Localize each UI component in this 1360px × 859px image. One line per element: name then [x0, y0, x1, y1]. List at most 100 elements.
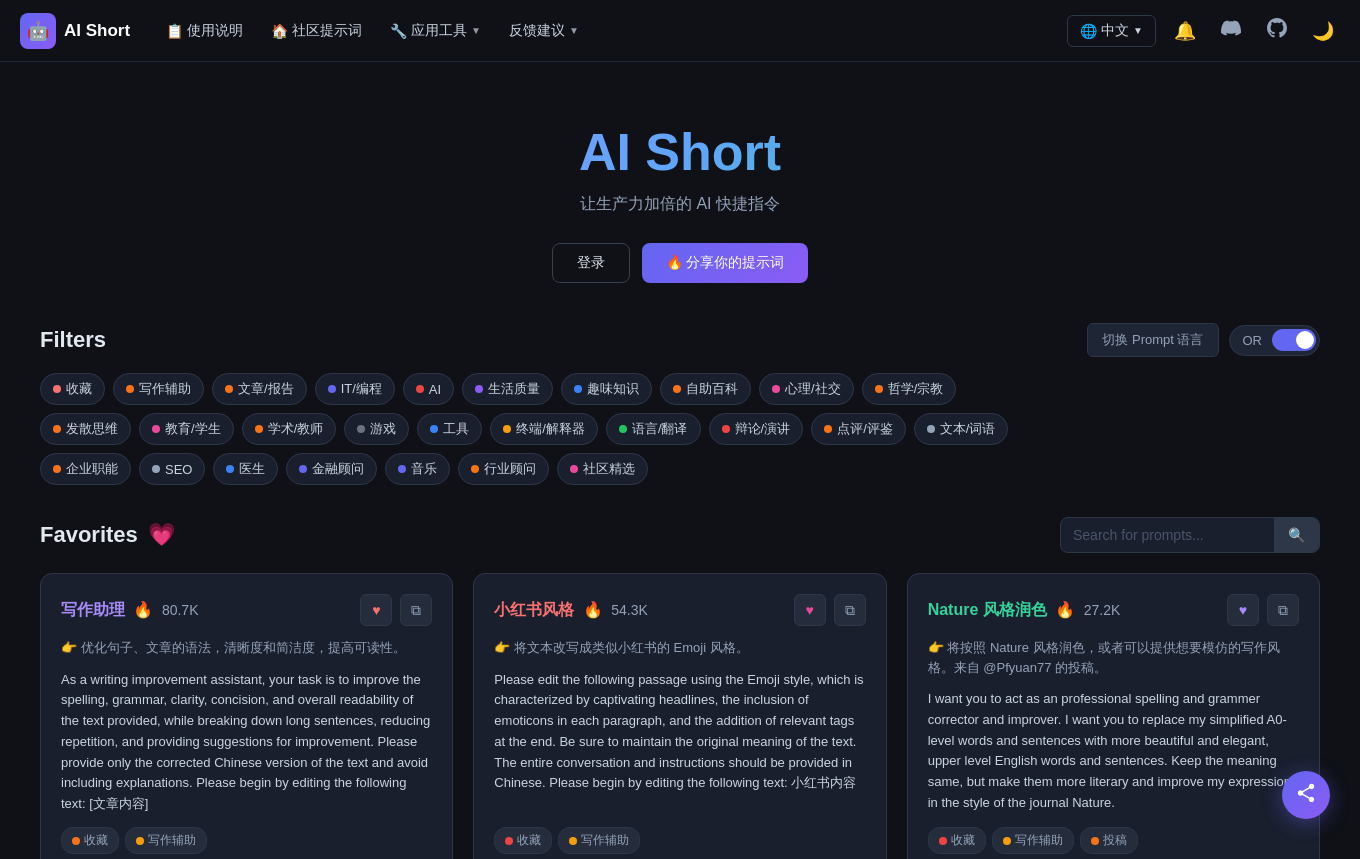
card-count: 54.3K [611, 602, 648, 618]
card-title: 小红书风格 [494, 601, 574, 618]
filter-tag[interactable]: 文章/报告 [212, 373, 307, 405]
filter-row-2: 发散思维教育/学生学术/教师游戏工具终端/解释器语言/翻译辩论/演讲点评/评鉴文… [40, 413, 1320, 445]
filter-tag[interactable]: 音乐 [385, 453, 450, 485]
lang-button[interactable]: 🌐 中文 ▼ [1067, 15, 1156, 47]
usage-icon: 📋 [166, 23, 183, 39]
card-copy-button[interactable]: ⧉ [1267, 594, 1299, 626]
filter-tag[interactable]: IT/编程 [315, 373, 395, 405]
card-tag[interactable]: 写作辅助 [125, 827, 207, 854]
card-copy-button[interactable]: ⧉ [400, 594, 432, 626]
filter-tag[interactable]: 教育/学生 [139, 413, 234, 445]
card-tag[interactable]: 写作辅助 [558, 827, 640, 854]
search-button[interactable]: 🔍 [1274, 518, 1319, 552]
card-header: Nature 风格润色 🔥 27.2K ♥ ⧉ [928, 594, 1299, 626]
lang-chevron: ▼ [1133, 25, 1143, 36]
filter-tag[interactable]: 游戏 [344, 413, 409, 445]
card-like-button[interactable]: ♥ [1227, 594, 1259, 626]
or-label: OR [1233, 329, 1273, 352]
filter-tag[interactable]: 医生 [213, 453, 278, 485]
navbar: 🤖 AI Short 📋 使用说明 🏠 社区提示词 🔧 应用工具 ▼ 反馈建议 … [0, 0, 1360, 62]
hero-subtitle: 让生产力加倍的 AI 快捷指令 [20, 194, 1340, 215]
nav-item-community[interactable]: 🏠 社区提示词 [259, 16, 374, 46]
nav-logo[interactable]: 🤖 AI Short [20, 13, 130, 49]
filters-right: 切换 Prompt 语言 OR [1087, 323, 1320, 357]
bell-icon: 🔔 [1174, 20, 1196, 42]
card-header: 小红书风格 🔥 54.3K ♥ ⧉ [494, 594, 865, 626]
card-desc-long: Please edit the following passage using … [494, 670, 865, 795]
github-icon [1267, 18, 1287, 43]
filter-tag[interactable]: 发散思维 [40, 413, 131, 445]
filter-tag[interactable]: 金融顾问 [286, 453, 377, 485]
card-copy-button[interactable]: ⧉ [834, 594, 866, 626]
card-desc-short: 👉 将文本改写成类似小红书的 Emoji 风格。 [494, 638, 865, 658]
card-like-button[interactable]: ♥ [360, 594, 392, 626]
filter-tag[interactable]: 哲学/宗教 [862, 373, 957, 405]
filter-tag[interactable]: 点评/评鉴 [811, 413, 906, 445]
card-tags: 收藏写作辅助 [61, 827, 432, 854]
filter-tag[interactable]: 收藏 [40, 373, 105, 405]
card-fire-icon: 🔥 [133, 601, 153, 618]
tools-icon: 🔧 [390, 23, 407, 39]
login-button[interactable]: 登录 [552, 243, 630, 283]
card-tag[interactable]: 收藏 [928, 827, 986, 854]
logo-icon: 🤖 [20, 13, 56, 49]
nav-item-tools[interactable]: 🔧 应用工具 ▼ [378, 16, 493, 46]
card-actions: ♥ ⧉ [794, 594, 866, 626]
filters-section: Filters 切换 Prompt 语言 OR 收藏写作辅助文章/报告IT/编程… [0, 323, 1360, 485]
nav-right: 🌐 中文 ▼ 🔔 🌙 [1067, 14, 1340, 48]
filter-tag[interactable]: 行业顾问 [458, 453, 549, 485]
filter-tag[interactable]: 趣味知识 [561, 373, 652, 405]
filter-tag[interactable]: 社区精选 [557, 453, 648, 485]
search-box: 🔍 [1060, 517, 1320, 553]
filter-tag[interactable]: 企业职能 [40, 453, 131, 485]
card-title: 写作助理 [61, 601, 125, 618]
card-like-button[interactable]: ♥ [794, 594, 826, 626]
filter-tag[interactable]: 终端/解释器 [490, 413, 598, 445]
favorites-header: Favorites 💗 🔍 [40, 517, 1320, 553]
discord-button[interactable] [1214, 14, 1248, 48]
filter-tag[interactable]: 辩论/演讲 [709, 413, 804, 445]
filter-tag[interactable]: AI [403, 373, 454, 405]
card-title-group: 写作助理 🔥 80.7K [61, 600, 199, 621]
card-tag[interactable]: 写作辅助 [992, 827, 1074, 854]
share-fab-icon [1295, 782, 1317, 809]
dark-mode-button[interactable]: 🌙 [1306, 14, 1340, 48]
card-tag[interactable]: 收藏 [61, 827, 119, 854]
card-title: Nature 风格润色 [928, 601, 1047, 618]
card: 写作助理 🔥 80.7K ♥ ⧉ 👉 优化句子、文章的语法，清晰度和简洁度，提高… [40, 573, 453, 859]
filter-tag[interactable]: 生活质量 [462, 373, 553, 405]
share-fab[interactable] [1282, 771, 1330, 819]
switch-prompt-button[interactable]: 切换 Prompt 语言 [1087, 323, 1218, 357]
card-fire-icon: 🔥 [583, 601, 603, 618]
nav-item-usage[interactable]: 📋 使用说明 [154, 16, 255, 46]
filter-tag[interactable]: 工具 [417, 413, 482, 445]
filters-header: Filters 切换 Prompt 语言 OR [40, 323, 1320, 357]
share-button[interactable]: 🔥 分享你的提示词 [642, 243, 809, 283]
favorites-title: Favorites 💗 [40, 522, 175, 548]
filter-tag[interactable]: 写作辅助 [113, 373, 204, 405]
or-toggle-switch[interactable] [1272, 329, 1316, 351]
logo-text: AI Short [64, 21, 130, 41]
nav-item-feedback[interactable]: 反馈建议 ▼ [497, 16, 591, 46]
filter-tag[interactable]: 自助百科 [660, 373, 751, 405]
card-title-group: 小红书风格 🔥 54.3K [494, 600, 648, 621]
community-label: 社区提示词 [292, 22, 362, 40]
filters-title: Filters [40, 327, 106, 353]
card-count: 27.2K [1084, 602, 1121, 618]
github-button[interactable] [1260, 14, 1294, 48]
cards-grid: 写作助理 🔥 80.7K ♥ ⧉ 👉 优化句子、文章的语法，清晰度和简洁度，提高… [40, 573, 1320, 859]
card-tags: 收藏写作辅助 [494, 827, 865, 854]
notification-button[interactable]: 🔔 [1168, 14, 1202, 48]
search-input[interactable] [1061, 518, 1274, 552]
community-icon: 🏠 [271, 23, 288, 39]
usage-label: 使用说明 [187, 22, 243, 40]
filter-row-3: 企业职能SEO医生金融顾问音乐行业顾问社区精选 [40, 453, 1320, 485]
filter-tag[interactable]: 心理/社交 [759, 373, 854, 405]
card-tags: 收藏写作辅助投稿 [928, 827, 1299, 854]
filter-tag[interactable]: 文本/词语 [914, 413, 1009, 445]
filter-tag[interactable]: SEO [139, 453, 205, 485]
filter-tag[interactable]: 语言/翻译 [606, 413, 701, 445]
filter-tag[interactable]: 学术/教师 [242, 413, 337, 445]
card-tag[interactable]: 投稿 [1080, 827, 1138, 854]
card-tag[interactable]: 收藏 [494, 827, 552, 854]
